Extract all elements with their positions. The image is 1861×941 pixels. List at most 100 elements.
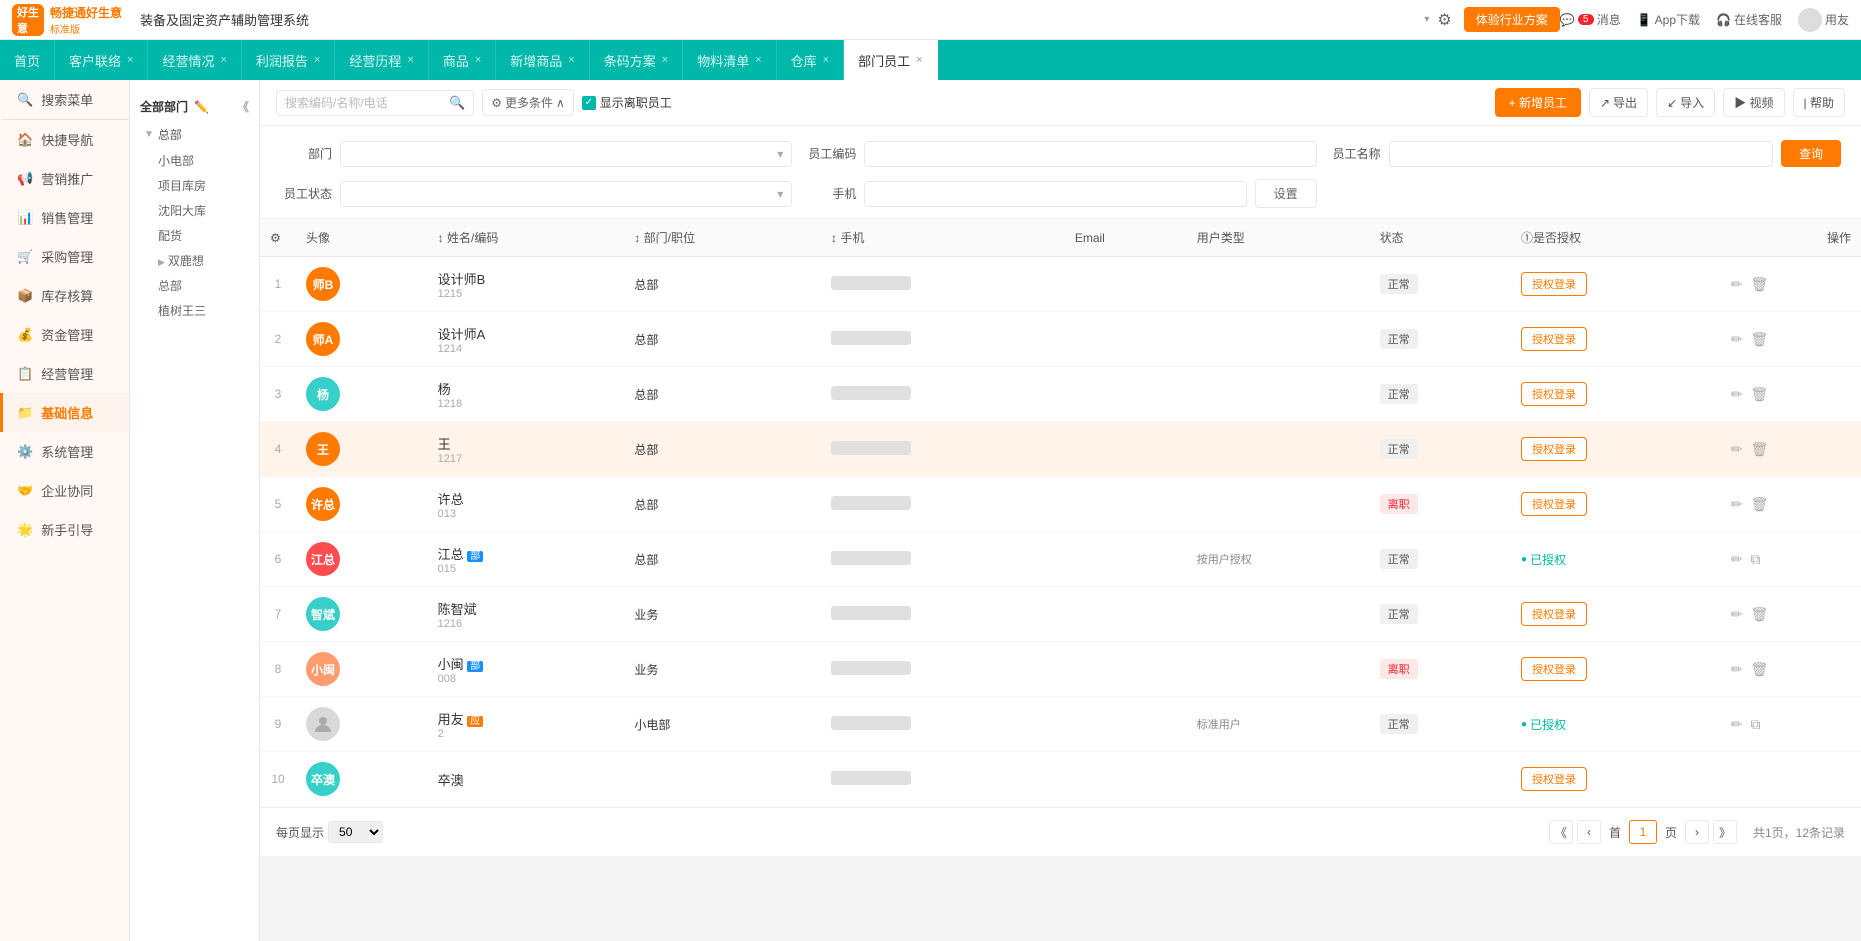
first-page-button[interactable]: 《	[1549, 820, 1573, 844]
close-icon[interactable]: ×	[755, 54, 761, 66]
col-name[interactable]: ↕ 姓名/编码	[428, 219, 625, 257]
more-filter-button[interactable]: ⚙ 更多条件 ∧	[482, 89, 574, 116]
tab-goods[interactable]: 商品 ×	[429, 40, 496, 80]
close-icon[interactable]: ×	[475, 54, 481, 66]
tab-business-status[interactable]: 经营情况 ×	[148, 40, 241, 80]
edit-icon[interactable]: ✏	[1731, 496, 1743, 513]
dept-child-shenyang[interactable]: 沈阳大库	[130, 198, 259, 223]
close-icon[interactable]: ×	[823, 54, 829, 66]
show-resign-toggle[interactable]: ✓ 显示离职员工	[582, 94, 672, 111]
tab-customer[interactable]: 客户联络 ×	[55, 40, 148, 80]
edit-icon[interactable]: ✏	[1731, 331, 1743, 348]
auth-login-button[interactable]: 授权登录	[1521, 272, 1587, 296]
sidebar-item-inventory[interactable]: 📦 库存核算	[0, 276, 129, 315]
dept-item-general[interactable]: ▼ 总部	[130, 121, 259, 148]
tab-add-goods[interactable]: 新增商品 ×	[496, 40, 589, 80]
close-icon[interactable]: ×	[314, 54, 320, 66]
tab-home[interactable]: 首页	[0, 40, 55, 80]
close-icon[interactable]: ×	[916, 54, 922, 66]
prev-page-button[interactable]: ‹	[1577, 820, 1601, 844]
delete-icon[interactable]: 🗑	[1750, 496, 1768, 513]
delete-icon[interactable]: 🗑	[1750, 276, 1768, 293]
edit-icon[interactable]: ✏	[1731, 386, 1743, 403]
delete-icon[interactable]: 🗑	[1750, 331, 1768, 348]
dept-child-small-elec[interactable]: 小电部	[130, 148, 259, 173]
export-button[interactable]: ↗ 导出	[1589, 88, 1648, 117]
system-dropdown-arrow[interactable]: ▾	[1424, 14, 1429, 25]
online-service-button[interactable]: 🎧 在线客服	[1716, 11, 1782, 28]
edit-icon[interactable]: ✏	[1731, 276, 1743, 293]
auth-login-button[interactable]: 授权登录	[1521, 657, 1587, 681]
sidebar-item-guide[interactable]: 🌟 新手引导	[0, 510, 129, 549]
add-employee-button[interactable]: + 新增员工	[1495, 88, 1581, 117]
sidebar-item-purchase[interactable]: 🛒 采购管理	[0, 237, 129, 276]
sidebar-item-basic-info[interactable]: 📁 基础信息	[0, 393, 129, 432]
current-page-input[interactable]: 1	[1629, 820, 1657, 844]
col-phone[interactable]: ↕ 手机	[821, 219, 1065, 257]
dept-collapse-icon[interactable]: 《	[237, 98, 249, 115]
experience-button[interactable]: 体验行业方案	[1464, 7, 1560, 32]
sidebar-item-shortcuts[interactable]: 🏠 快捷导航	[0, 120, 129, 159]
query-button[interactable]: 查询	[1781, 140, 1841, 167]
dept-child-zhishu[interactable]: 植树王三	[130, 298, 259, 323]
close-icon[interactable]: ×	[127, 54, 133, 66]
phone-input[interactable]	[864, 181, 1246, 207]
auth-login-button[interactable]: 授权登录	[1521, 492, 1587, 516]
close-icon[interactable]: ×	[407, 54, 413, 66]
delete-icon[interactable]: 🗑	[1750, 386, 1768, 403]
next-page-button[interactable]: ›	[1685, 820, 1709, 844]
dept-child-project[interactable]: 项目库房	[130, 173, 259, 198]
help-button[interactable]: | 帮助	[1793, 88, 1845, 117]
delete-icon[interactable]: 🗑	[1750, 661, 1768, 678]
search-input[interactable]	[285, 96, 445, 110]
last-page-button[interactable]: 》	[1713, 820, 1737, 844]
edit-icon[interactable]: ✏	[1731, 551, 1743, 568]
close-icon[interactable]: ×	[220, 54, 226, 66]
auth-login-button[interactable]: 授权登录	[1521, 327, 1587, 351]
status-select[interactable]: ▾	[340, 181, 792, 207]
tab-business-history[interactable]: 经营历程 ×	[335, 40, 428, 80]
edit-icon[interactable]: ✏	[1731, 716, 1743, 733]
auth-login-button[interactable]: 授权登录	[1521, 602, 1587, 626]
copy-icon[interactable]: ⧉	[1750, 716, 1760, 733]
empcode-input[interactable]	[864, 141, 1316, 167]
per-page-select[interactable]: 50 100 200	[328, 821, 383, 843]
tab-warehouse[interactable]: 仓库 ×	[777, 40, 844, 80]
delete-icon[interactable]: 🗑	[1750, 441, 1768, 458]
col-dept[interactable]: ↕ 部门/职位	[624, 219, 821, 257]
auth-login-button[interactable]: 授权登录	[1521, 382, 1587, 406]
message-button[interactable]: 💬 5 消息	[1560, 11, 1621, 28]
search-box[interactable]: 🔍	[276, 90, 474, 116]
edit-icon[interactable]: ✏	[1731, 661, 1743, 678]
view-button[interactable]: ▶ 视频	[1723, 88, 1784, 117]
copy-icon[interactable]: ⧉	[1750, 551, 1760, 568]
app-download-button[interactable]: 📱 App下载	[1637, 11, 1700, 28]
close-icon[interactable]: ×	[662, 54, 668, 66]
delete-icon[interactable]: 🗑	[1750, 606, 1768, 623]
auth-login-button[interactable]: 授权登录	[1521, 767, 1587, 791]
dept-child-shuangluxiang[interactable]: ▶双鹿想	[130, 248, 259, 273]
gear-button[interactable]: ⚙	[1437, 10, 1451, 30]
sidebar-item-system[interactable]: ⚙️ 系统管理	[0, 432, 129, 471]
sidebar-item-sales[interactable]: 📊 销售管理	[0, 198, 129, 237]
sidebar-item-finance[interactable]: 💰 资金管理	[0, 315, 129, 354]
dept-child-headquarter[interactable]: 总部	[130, 273, 259, 298]
dept-select[interactable]: ▾	[340, 141, 792, 167]
sidebar-item-marketing[interactable]: 📢 营销推广	[0, 159, 129, 198]
sidebar-item-collab[interactable]: 🤝 企业协同	[0, 471, 129, 510]
tab-department-staff[interactable]: 部门员工 ×	[844, 40, 937, 80]
dept-edit-icon[interactable]: ✏️	[194, 100, 209, 114]
sidebar-search-item[interactable]: 🔍 搜索菜单	[0, 80, 129, 120]
sidebar-item-operations[interactable]: 📋 经营管理	[0, 354, 129, 393]
import-button[interactable]: ↙ 导入	[1656, 88, 1715, 117]
tab-profit-report[interactable]: 利润报告 ×	[242, 40, 335, 80]
close-icon[interactable]: ×	[568, 54, 574, 66]
edit-icon[interactable]: ✏	[1731, 441, 1743, 458]
tab-bom[interactable]: 物料清单 ×	[683, 40, 776, 80]
auth-login-button[interactable]: 授权登录	[1521, 437, 1587, 461]
edit-icon[interactable]: ✏	[1731, 606, 1743, 623]
setup-button[interactable]: 设置	[1255, 179, 1317, 208]
user-menu[interactable]: 用友	[1798, 8, 1849, 32]
dept-child-distribution[interactable]: 配货	[130, 223, 259, 248]
empname-input[interactable]	[1389, 141, 1773, 167]
